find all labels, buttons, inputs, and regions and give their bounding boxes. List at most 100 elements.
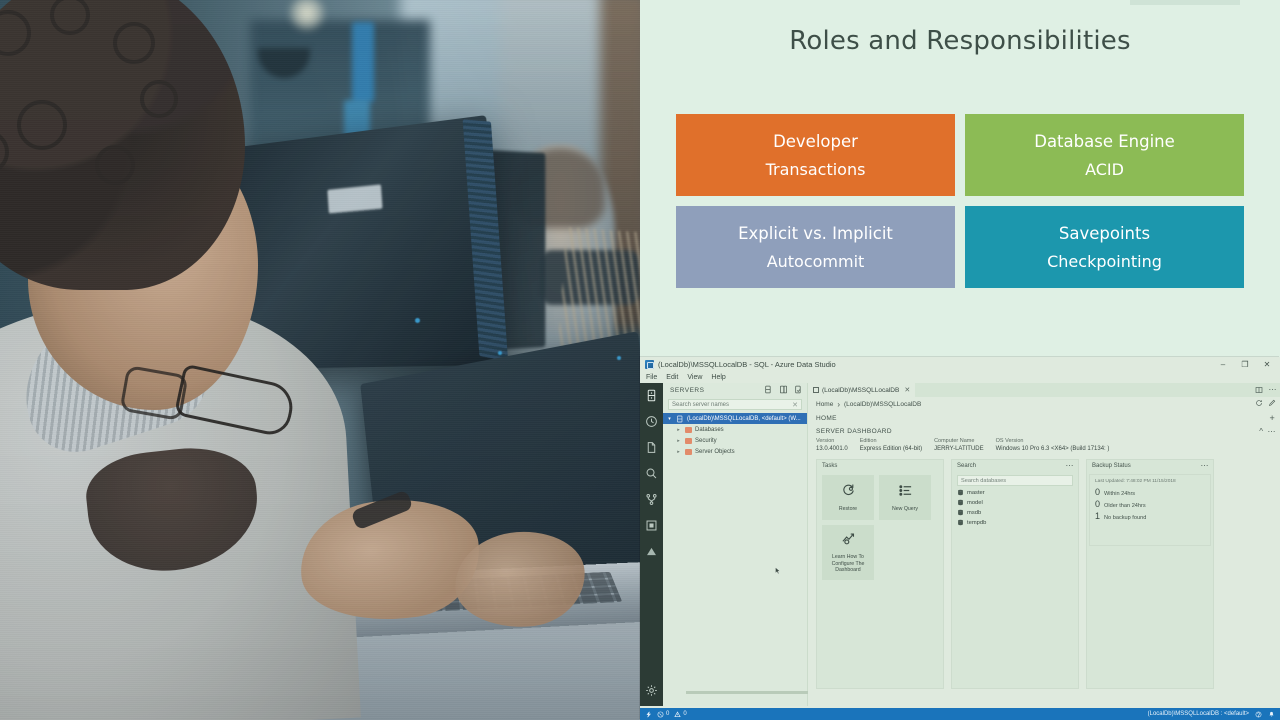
editor-tab-localdb[interactable]: (LocalDb)\MSSQLLocalDB ✕ — [808, 383, 916, 397]
chevron-right-icon[interactable]: ▸ — [675, 427, 682, 433]
property-value: JERRY-LATITUDE — [934, 446, 984, 452]
chevron-up-icon[interactable]: ^ — [1259, 428, 1263, 436]
server-tree-item-security[interactable]: ▸ Security — [663, 435, 807, 446]
photo-person-hair — [0, 0, 245, 290]
servers-icon[interactable] — [644, 388, 659, 403]
breadcrumb-current[interactable]: (LocalDb)\MSSQLLocalDB — [844, 401, 921, 408]
property-label: OS Version — [995, 438, 1024, 444]
chevron-down-icon[interactable]: ▾ — [666, 416, 673, 422]
slide-title: Roles and Responsibilities — [789, 26, 1131, 56]
database-name: tempdb — [967, 519, 987, 526]
more-actions-icon[interactable]: ⋯ — [1268, 428, 1277, 436]
card-line1: Database Engine — [1034, 131, 1175, 151]
background-photo — [0, 0, 640, 720]
error-count[interactable]: 0 — [657, 711, 669, 718]
search-databases-input[interactable]: Search databases — [957, 475, 1073, 486]
notifications-bell-icon[interactable] — [1268, 711, 1275, 718]
dashboard-header-actions: ^ ⋯ — [1259, 428, 1276, 436]
card-database-engine: Database Engine ACID — [965, 114, 1244, 196]
new-query-icon[interactable] — [644, 440, 659, 455]
feedback-icon[interactable] — [1255, 711, 1262, 718]
window-title: (LocalDb)\MSSQLLocalDB - SQL - Azure Dat… — [658, 359, 836, 369]
backup-row-older-24: 0 Older than 24hrs — [1095, 499, 1205, 510]
task-tile-label: New Query — [892, 505, 918, 512]
property-value: Windows 10 Pro 6.3 <X64> (Build 17134: ) — [995, 446, 1110, 452]
folder-icon — [685, 426, 692, 433]
search-server-names-input[interactable]: Search server names ✕ — [668, 399, 802, 410]
refresh-icon[interactable] — [794, 381, 803, 399]
backup-label: Within 24hrs — [1104, 491, 1136, 497]
status-bar-connection[interactable]: (LocalDb)\MSSQLLocalDB : <default> — [1148, 711, 1249, 717]
backup-count: 0 — [1095, 499, 1101, 509]
database-list-item[interactable]: model — [957, 499, 1073, 506]
property-label: Version — [816, 438, 835, 444]
home-label: HOME — [816, 414, 837, 422]
history-icon[interactable] — [644, 414, 659, 429]
server-properties: Version 13.0.4001.0 Edition Express Edit… — [816, 438, 1280, 452]
window-body: SERVERS Search server names ✕ ▾ (LocalDb… — [640, 383, 1280, 706]
search-placeholder: Search server names — [672, 401, 730, 408]
backup-status-header: Backup Status ⋯ — [1087, 460, 1213, 472]
slide-card-grid: Developer Transactions Database Engine A… — [676, 114, 1244, 288]
database-name: model — [967, 499, 983, 506]
menu-item-file[interactable]: File — [646, 374, 657, 381]
tasks-widget-title: Tasks — [822, 463, 838, 469]
task-tile-label: Learn How To Configure The Dashboard — [831, 554, 865, 574]
server-tree-item-databases[interactable]: ▸ Databases — [663, 424, 807, 435]
new-server-group-icon[interactable] — [779, 381, 788, 399]
database-list-item[interactable]: msdb — [957, 509, 1073, 516]
backup-label: No backup found — [1104, 515, 1147, 521]
remote-connect-icon[interactable] — [645, 711, 652, 718]
refresh-icon[interactable] — [1255, 399, 1263, 409]
close-button[interactable]: ✕ — [1256, 357, 1278, 371]
database-list-item[interactable]: tempdb — [957, 519, 1073, 526]
edit-icon[interactable] — [1268, 399, 1276, 409]
more-actions-icon[interactable]: ⋯ — [1066, 462, 1075, 470]
photo-monitor-sticker — [327, 184, 383, 214]
task-tile-configure-dashboard[interactable]: Learn How To Configure The Dashboard — [822, 525, 874, 580]
notebooks-icon[interactable] — [644, 544, 659, 559]
home-section-header: HOME + — [808, 411, 1280, 425]
database-list-item[interactable]: master — [957, 489, 1073, 496]
search-icon[interactable] — [644, 466, 659, 481]
card-line2: ACID — [1085, 159, 1124, 179]
backup-count: 0 — [1095, 487, 1101, 497]
server-dashboard-header: SERVER DASHBOARD Version 13.0.4001.0 Edi… — [808, 425, 1280, 453]
task-tile-new-query[interactable]: New Query — [879, 475, 931, 520]
property-os-version: OS Version Windows 10 Pro 6.3 <X64> (Bui… — [996, 438, 1110, 452]
chevron-right-icon[interactable]: ▸ — [675, 438, 682, 444]
card-line1: Explicit vs. Implicit — [738, 223, 893, 243]
property-version: Version 13.0.4001.0 — [816, 438, 848, 452]
source-control-icon[interactable] — [644, 492, 659, 507]
database-icon — [957, 509, 964, 516]
server-tree-item-localdb[interactable]: ▾ (LocalDb)\MSSQLLocalDB, <default> (W..… — [663, 413, 807, 424]
minimize-button[interactable]: – — [1212, 357, 1234, 371]
slide-top-accent — [1130, 0, 1240, 5]
more-actions-icon[interactable]: ⋯ — [1201, 462, 1210, 470]
extensions-icon[interactable] — [644, 518, 659, 533]
menu-item-edit[interactable]: Edit — [666, 374, 678, 381]
card-developer: Developer Transactions — [676, 114, 955, 196]
menu-item-help[interactable]: Help — [711, 374, 725, 381]
new-query-icon — [898, 483, 913, 503]
warning-count[interactable]: 0 — [674, 710, 687, 718]
chevron-right-icon[interactable]: ▸ — [675, 449, 682, 455]
backup-last-updated: Last Updated: 7:48:02 PM 11/15/2018 — [1095, 479, 1176, 484]
photo-hair-curl — [50, 0, 90, 35]
card-line2: Transactions — [765, 159, 866, 179]
add-widget-button[interactable]: + — [1269, 413, 1275, 423]
server-tree-label: Security — [695, 437, 717, 444]
more-actions-icon[interactable]: ⋯ — [1269, 386, 1278, 394]
task-tile-restore[interactable]: Restore — [822, 475, 874, 520]
clear-icon[interactable]: ✕ — [792, 401, 798, 409]
search-widget-header: Search ⋯ — [952, 460, 1078, 472]
photo-highlight-dot — [415, 318, 420, 323]
maximize-button[interactable]: ❐ — [1234, 357, 1256, 371]
new-connection-icon[interactable] — [764, 381, 773, 399]
settings-gear-icon[interactable] — [644, 683, 659, 698]
breadcrumb-home[interactable]: Home — [816, 401, 833, 408]
close-icon[interactable]: ✕ — [904, 386, 910, 394]
warning-count-value: 0 — [683, 711, 687, 717]
menu-item-view[interactable]: View — [687, 374, 702, 381]
server-tree-item-server-objects[interactable]: ▸ Server Objects — [663, 446, 807, 457]
